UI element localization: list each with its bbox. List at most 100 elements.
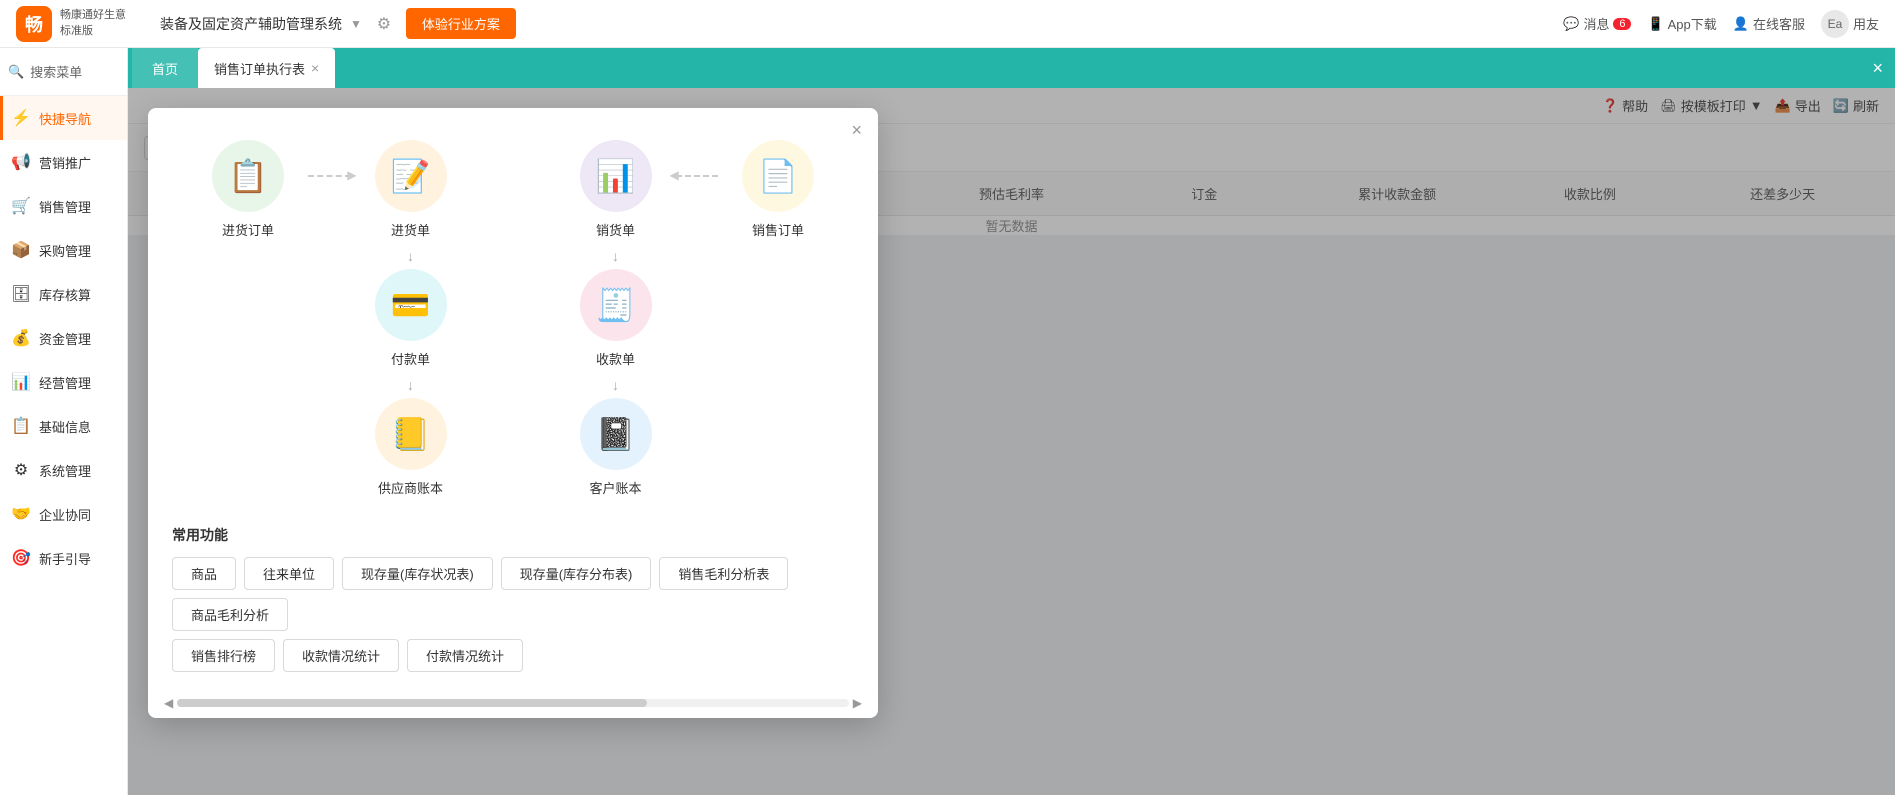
sidebar-icon-sales: 🛒 bbox=[11, 196, 31, 216]
flow-node-supplier-ledger[interactable]: 📒 供应商账本 bbox=[351, 398, 471, 497]
scroll-track[interactable] bbox=[177, 699, 849, 707]
sidebar-item-system[interactable]: ⚙ 系统管理 bbox=[0, 448, 127, 492]
user-menu[interactable]: Ea 用友 bbox=[1821, 10, 1879, 38]
flow-row-1: 📋 进货订单 ▶ bbox=[188, 140, 838, 239]
purchase-bill-label: 进货单 bbox=[391, 220, 430, 239]
sidebar-item-operation[interactable]: 📊 经营管理 bbox=[0, 360, 127, 404]
modal-close-button[interactable]: × bbox=[851, 120, 862, 141]
down-arrow-2: ↓ bbox=[612, 249, 619, 263]
flow-node-purchase-bill[interactable]: 📝 进货单 bbox=[351, 140, 471, 239]
arrow-1: ▶ bbox=[308, 175, 351, 205]
sales-bill-label: 销货单 bbox=[596, 220, 635, 239]
sidebar-nav: ⚡ 快捷导航 📢 营销推广 🛒 销售管理 📦 采购管理 🗄 库存核算 💰 资金管… bbox=[0, 96, 127, 580]
flow-diagram: 📋 进货订单 ▶ bbox=[148, 108, 878, 525]
sidebar-item-marketing[interactable]: 📢 营销推广 bbox=[0, 140, 127, 184]
arrow-down-receipt: ↓ bbox=[556, 376, 676, 394]
arrow-down-sales-bill: ↓ bbox=[556, 247, 676, 265]
search-label: 搜索菜单 bbox=[30, 62, 82, 81]
sidebar-item-sales[interactable]: 🛒 销售管理 bbox=[0, 184, 127, 228]
app-download-button[interactable]: 📱 App下载 bbox=[1647, 14, 1716, 33]
online-service-button[interactable]: 👤 在线客服 bbox=[1733, 14, 1805, 33]
purchase-bill-icon: 📝 bbox=[375, 140, 447, 212]
sidebar-icon-marketing: 📢 bbox=[11, 152, 31, 172]
tab-bar-close-button[interactable]: × bbox=[1872, 58, 1883, 79]
trial-button[interactable]: 体验行业方案 bbox=[406, 8, 516, 39]
spacer-r3 bbox=[718, 376, 838, 394]
sidebar-icon-quick-nav: ⚡ bbox=[11, 108, 31, 128]
spacer-m9 bbox=[676, 376, 719, 394]
func-btn-8[interactable]: 付款情况统计 bbox=[407, 639, 523, 672]
sidebar-label-finance: 资金管理 bbox=[39, 329, 91, 348]
flow-node-payment[interactable]: 💳 付款单 bbox=[351, 269, 471, 368]
scroll-left-button[interactable]: ◀ bbox=[164, 696, 173, 710]
sidebar-label-marketing: 营销推广 bbox=[39, 153, 91, 172]
sidebar-label-inventory: 库存核算 bbox=[39, 285, 91, 304]
avatar: Ea bbox=[1821, 10, 1849, 38]
flow-node-purchase-order[interactable]: 📋 进货订单 bbox=[188, 140, 308, 239]
supplier-ledger-icon: 📒 bbox=[375, 398, 447, 470]
tab-sales-order[interactable]: 销售订单执行表 × bbox=[198, 48, 335, 88]
spacer-mid1 bbox=[308, 247, 351, 265]
arrow-down-payment: ↓ bbox=[351, 376, 471, 394]
func-btn-4[interactable]: 销售毛利分析表 bbox=[659, 557, 788, 590]
sidebar-label-newbie: 新手引导 bbox=[39, 549, 91, 568]
spacer-l3 bbox=[188, 376, 308, 394]
sidebar-item-enterprise[interactable]: 🤝 企业协同 bbox=[0, 492, 127, 536]
app-download-icon: 📱 bbox=[1647, 16, 1663, 32]
spacer-mid2 bbox=[471, 247, 556, 265]
message-button[interactable]: 💬 消息 6 bbox=[1563, 14, 1631, 33]
sidebar-item-finance[interactable]: 💰 资金管理 bbox=[0, 316, 127, 360]
payment-label: 付款单 bbox=[391, 349, 430, 368]
flow-node-sales-order[interactable]: 📄 销售订单 bbox=[718, 140, 838, 239]
service-icon: 👤 bbox=[1733, 16, 1749, 32]
search-menu-button[interactable]: 🔍 搜索菜单 bbox=[8, 58, 119, 85]
sidebar-search-area: 🔍 搜索菜单 bbox=[0, 48, 127, 96]
sidebar-item-purchase[interactable]: 📦 采购管理 bbox=[0, 228, 127, 272]
quick-nav-modal: × 📋 进货订单 bbox=[148, 108, 878, 718]
func-btn-6[interactable]: 销售排行榜 bbox=[172, 639, 275, 672]
flow-node-receipt[interactable]: 🧾 收款单 bbox=[556, 269, 676, 368]
tab-bar: 首页 销售订单执行表 × × bbox=[128, 48, 1895, 88]
common-functions-title: 常用功能 bbox=[172, 525, 854, 545]
sidebar-icon-newbie: 🎯 bbox=[11, 548, 31, 568]
spacer-m8 bbox=[471, 376, 556, 394]
func-btn-5[interactable]: 商品毛利分析 bbox=[172, 598, 288, 631]
flow-row-2: 💳 付款单 🧾 收款单 bbox=[188, 269, 838, 368]
flow-node-customer-ledger[interactable]: 📓 客户账本 bbox=[556, 398, 676, 497]
func-buttons-row1: 商品往来单位现存量(库存状况表)现存量(库存分布表)销售毛利分析表商品毛利分析 bbox=[172, 557, 854, 631]
func-btn-3[interactable]: 现存量(库存分布表) bbox=[501, 557, 652, 590]
modal-overlay[interactable]: × 📋 进货订单 bbox=[128, 88, 1895, 795]
content-area: 首页 销售订单执行表 × × ❓ 帮助 bbox=[128, 48, 1895, 795]
logo-icon: 畅 bbox=[16, 6, 52, 42]
func-btn-0[interactable]: 商品 bbox=[172, 557, 236, 590]
sidebar-label-purchase: 采购管理 bbox=[39, 241, 91, 260]
func-btn-2[interactable]: 现存量(库存状况表) bbox=[342, 557, 493, 590]
func-btn-7[interactable]: 收款情况统计 bbox=[283, 639, 399, 672]
purchase-order-label: 进货订单 bbox=[222, 220, 274, 239]
func-buttons-row2: 销售排行榜收款情况统计付款情况统计 bbox=[172, 639, 854, 672]
flow-node-sales-bill[interactable]: 📊 销货单 bbox=[556, 140, 676, 239]
down-arrow-3: ↓ bbox=[407, 378, 414, 392]
spacer-right bbox=[718, 247, 838, 265]
sidebar-item-quick-nav[interactable]: ⚡ 快捷导航 bbox=[0, 96, 127, 140]
sidebar-label-sales: 销售管理 bbox=[39, 197, 91, 216]
logo-text: 畅康通好生意标准版 bbox=[60, 8, 126, 39]
top-bar: 畅 畅康通好生意标准版 装备及固定资产辅助管理系统 ▼ ⚙ 体验行业方案 💬 消… bbox=[0, 0, 1895, 48]
supplier-ledger-label: 供应商账本 bbox=[378, 478, 443, 497]
arrow-down-purchase: ↓ bbox=[351, 247, 471, 265]
app-download-label: App下载 bbox=[1668, 14, 1717, 33]
scroll-right-button[interactable]: ▶ bbox=[853, 696, 862, 710]
content-main: ❓ 帮助 🖨 按模板打印 ▼ 📤 导出 🔄 bbox=[128, 88, 1895, 795]
scroll-area: ◀ ▶ bbox=[148, 688, 878, 718]
tab-home[interactable]: 首页 bbox=[132, 48, 198, 88]
sidebar-item-newbie[interactable]: 🎯 新手引导 bbox=[0, 536, 127, 580]
sidebar-item-inventory[interactable]: 🗄 库存核算 bbox=[0, 272, 127, 316]
func-btn-1[interactable]: 往来单位 bbox=[244, 557, 334, 590]
logo-char: 畅 bbox=[25, 11, 43, 37]
spacer-left bbox=[188, 247, 308, 265]
receipt-icon: 🧾 bbox=[580, 269, 652, 341]
settings-button[interactable]: ⚙ bbox=[370, 10, 398, 38]
system-dropdown-button[interactable]: ▼ bbox=[350, 17, 362, 31]
sidebar-item-basic[interactable]: 📋 基础信息 bbox=[0, 404, 127, 448]
tab-close-button[interactable]: × bbox=[311, 61, 319, 75]
